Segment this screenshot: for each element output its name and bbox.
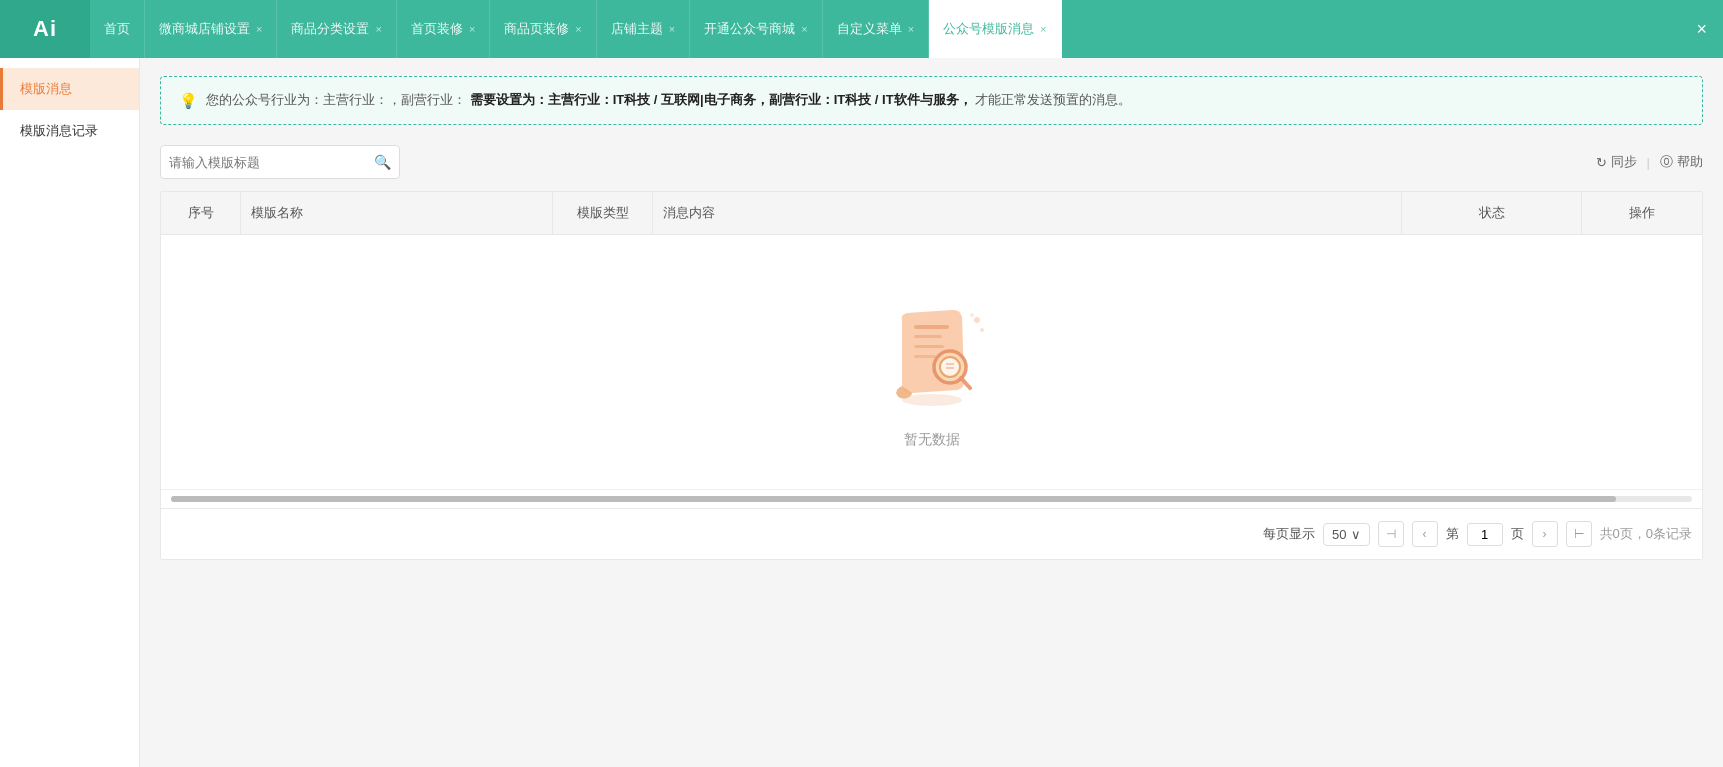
- col-header-action: 操作: [1582, 192, 1702, 234]
- scrollbar-track[interactable]: [171, 496, 1692, 502]
- sidebar-item[interactable]: 模版消息记录: [0, 110, 139, 152]
- close-all-button[interactable]: ×: [1680, 0, 1723, 58]
- sync-button[interactable]: ↻ 同步: [1596, 153, 1637, 171]
- svg-rect-2: [914, 335, 942, 338]
- tab-close-icon[interactable]: ×: [469, 23, 475, 35]
- nav-tabs: 首页微商城店铺设置×商品分类设置×首页装修×商品页装修×店铺主题×开通公众号商城…: [90, 0, 1680, 58]
- page-size-value: 50: [1332, 527, 1346, 542]
- page-size-select[interactable]: 50 ∨: [1323, 523, 1369, 546]
- help-label: 帮助: [1677, 153, 1703, 171]
- tab-close-icon[interactable]: ×: [801, 23, 807, 35]
- nav-tab[interactable]: 商品页装修×: [490, 0, 596, 58]
- notice-text: 您的公众号行业为：主营行业：，副营行业： 需要设置为：主营行业：IT科技 / 互…: [206, 91, 1131, 109]
- nav-tab[interactable]: 自定义菜单×: [823, 0, 929, 58]
- col-header-type: 模版类型: [553, 192, 653, 234]
- scrollbar-thumb[interactable]: [171, 496, 1616, 502]
- sidebar: 模版消息模版消息记录: [0, 58, 140, 767]
- scrollbar-row: [161, 489, 1702, 508]
- toolbar-divider: |: [1647, 155, 1650, 170]
- help-icon: ⓪: [1660, 153, 1673, 171]
- help-button[interactable]: ⓪ 帮助: [1660, 153, 1703, 171]
- next-page-button[interactable]: ›: [1532, 521, 1558, 547]
- table-header: 序号 模版名称 模版类型 消息内容 状态 操作: [161, 192, 1702, 235]
- nav-tab[interactable]: 店铺主题×: [597, 0, 690, 58]
- nav-tab[interactable]: 首页: [90, 0, 145, 58]
- nav-logo: Ai: [0, 0, 90, 58]
- svg-rect-1: [914, 325, 949, 329]
- last-page-button[interactable]: ⊢: [1566, 521, 1592, 547]
- page-unit: 页: [1511, 525, 1524, 543]
- svg-point-0: [902, 394, 962, 406]
- prev-page-button[interactable]: ‹: [1412, 521, 1438, 547]
- toolbar-right: ↻ 同步 | ⓪ 帮助: [1596, 153, 1703, 171]
- tab-close-icon[interactable]: ×: [908, 23, 914, 35]
- svg-point-11: [980, 328, 984, 332]
- tab-close-icon[interactable]: ×: [1040, 23, 1046, 35]
- col-header-name: 模版名称: [241, 192, 553, 234]
- empty-state: 暂无数据: [161, 235, 1702, 489]
- empty-text: 暂无数据: [904, 431, 960, 449]
- tab-close-icon[interactable]: ×: [256, 23, 262, 35]
- page-total: 共0页，0条记录: [1600, 525, 1692, 543]
- search-box: 🔍: [160, 145, 400, 179]
- notice-box: 💡 您的公众号行业为：主营行业：，副营行业： 需要设置为：主营行业：IT科技 /…: [160, 76, 1703, 125]
- content-area: 💡 您的公众号行业为：主营行业：，副营行业： 需要设置为：主营行业：IT科技 /…: [140, 58, 1723, 767]
- sidebar-item[interactable]: 模版消息: [0, 68, 139, 110]
- toolbar-row: 🔍 ↻ 同步 | ⓪ 帮助: [160, 145, 1703, 179]
- col-header-status: 状态: [1402, 192, 1582, 234]
- nav-tab[interactable]: 商品分类设置×: [277, 0, 396, 58]
- notice-highlight: 需要设置为：主营行业：IT科技 / 互联网|电子商务，副营行业：IT科技 / I…: [470, 92, 972, 107]
- svg-point-12: [970, 313, 974, 317]
- sync-label: 同步: [1611, 153, 1637, 171]
- table-wrapper: 序号 模版名称 模版类型 消息内容 状态 操作: [160, 191, 1703, 560]
- col-header-content: 消息内容: [653, 192, 1402, 234]
- nav-tab[interactable]: 首页装修×: [397, 0, 490, 58]
- svg-rect-3: [914, 345, 944, 348]
- page-label: 第: [1446, 525, 1459, 543]
- pagination: 每页显示 50 ∨ ⊣ ‹ 第 页 › ⊢ 共0页，0条记录: [161, 508, 1702, 559]
- search-icon[interactable]: 🔍: [374, 154, 391, 170]
- nav-tab[interactable]: 微商城店铺设置×: [145, 0, 277, 58]
- empty-icon: [872, 295, 992, 415]
- tab-close-icon[interactable]: ×: [669, 23, 675, 35]
- nav-tab[interactable]: 公众号模版消息×: [929, 0, 1061, 58]
- page-number-input[interactable]: [1467, 523, 1503, 546]
- bulb-icon: 💡: [179, 92, 198, 110]
- svg-rect-4: [914, 355, 936, 358]
- tab-close-icon[interactable]: ×: [375, 23, 381, 35]
- search-input[interactable]: [169, 155, 374, 170]
- main-layout: 模版消息模版消息记录 💡 您的公众号行业为：主营行业：，副营行业： 需要设置为：…: [0, 58, 1723, 767]
- chevron-down-icon: ∨: [1351, 527, 1361, 542]
- page-size-label: 每页显示: [1263, 525, 1315, 543]
- sync-icon: ↻: [1596, 155, 1607, 170]
- col-header-seq: 序号: [161, 192, 241, 234]
- svg-point-6: [940, 357, 960, 377]
- tab-close-icon[interactable]: ×: [575, 23, 581, 35]
- svg-point-10: [974, 317, 980, 323]
- first-page-button[interactable]: ⊣: [1378, 521, 1404, 547]
- nav-tab[interactable]: 开通公众号商城×: [690, 0, 822, 58]
- top-nav: Ai 首页微商城店铺设置×商品分类设置×首页装修×商品页装修×店铺主题×开通公众…: [0, 0, 1723, 58]
